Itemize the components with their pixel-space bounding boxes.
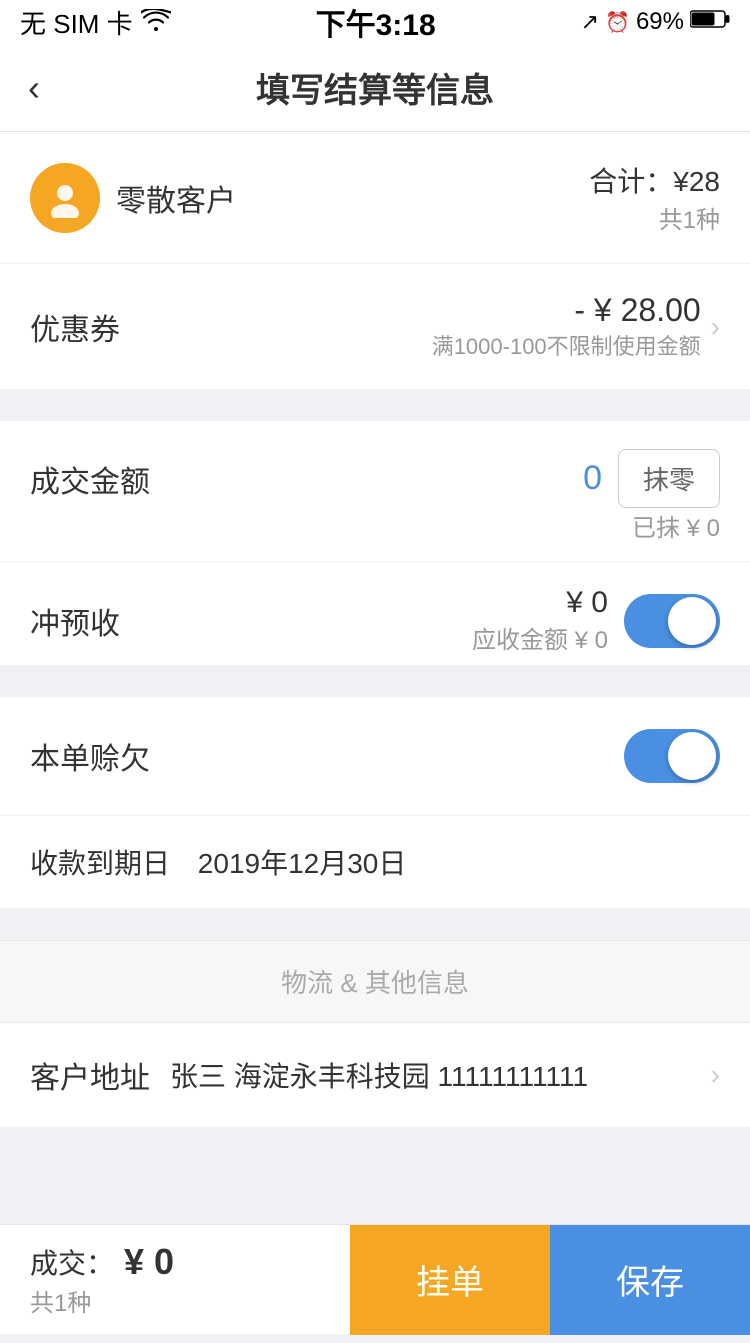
customer-total: 合计：¥28 共1种: [589, 160, 720, 235]
save-button[interactable]: 保存: [550, 1225, 750, 1335]
transaction-main: 成交金额 0 抹零: [30, 449, 720, 508]
customer-row: 零散客户 合计：¥28 共1种: [0, 132, 750, 263]
nav-title: 填写结算等信息: [256, 63, 494, 112]
battery-percent: 69%: [636, 8, 684, 36]
due-date-row: 收款到期日 2019年12月30日: [0, 815, 750, 908]
location-icon: ↗: [581, 9, 599, 35]
wifi-icon: [141, 7, 171, 38]
bottom-summary-label: 成交：: [30, 1242, 114, 1282]
coupon-desc: 满1000-100不限制使用金额: [432, 329, 701, 361]
total-amount: 合计：¥28: [589, 160, 720, 200]
prepay-section: 冲预收 ¥ 0 应收金额 ¥ 0: [0, 561, 750, 665]
debt-toggle[interactable]: [624, 729, 720, 783]
prepay-sub: 应收金额 ¥ 0: [472, 620, 608, 655]
prepay-toggle[interactable]: [624, 594, 720, 648]
debt-label: 本单赊欠: [30, 734, 150, 778]
transaction-value-wrap: 0 抹零: [542, 449, 720, 508]
bottom-count: 共1种: [30, 1283, 320, 1318]
bottom-summary: 成交： ¥ 0 共1种: [0, 1241, 350, 1318]
transaction-amount[interactable]: 0: [542, 459, 602, 498]
status-time: 下午3:18: [316, 0, 436, 44]
bottom-summary-top: 成交： ¥ 0: [30, 1241, 320, 1283]
section-divider-1: [0, 405, 750, 421]
address-chevron-icon: ›: [711, 1059, 720, 1091]
section-divider-2: [0, 681, 750, 697]
prepay-row: 冲预收 ¥ 0 应收金额 ¥ 0: [0, 562, 750, 665]
debt-row: 本单赊欠: [0, 697, 750, 815]
prepay-right: ¥ 0 应收金额 ¥ 0: [472, 586, 720, 655]
logistics-section: 物流 & 其他信息 客户地址 张三 海淀永丰科技园 11111111111 ›: [0, 940, 750, 1127]
logistics-divider: 物流 & 其他信息: [0, 940, 750, 1023]
round-zero-button[interactable]: 抹零: [618, 449, 720, 508]
status-right: ↗ ⏰ 69%: [581, 8, 730, 36]
coupon-info: - ¥ 28.00 满1000-100不限制使用金额: [432, 292, 701, 361]
prepay-amount: ¥ 0: [472, 586, 608, 620]
debt-toggle-knob: [668, 732, 716, 780]
prepay-label: 冲预收: [30, 599, 120, 643]
transaction-label: 成交金额: [30, 457, 150, 501]
section-divider-3: [0, 924, 750, 940]
due-date: 2019年12月30日: [198, 848, 407, 879]
coupon-right: - ¥ 28.00 满1000-100不限制使用金额 ›: [432, 292, 720, 361]
no-sim-text: 无 SIM 卡: [20, 4, 133, 41]
customer-section: 零散客户 合计：¥28 共1种 优惠券 - ¥ 28.00 满1000-100不…: [0, 132, 750, 389]
status-left: 无 SIM 卡: [20, 4, 171, 41]
coupon-chevron-icon: ›: [711, 311, 720, 343]
address-key: 客户地址: [30, 1053, 170, 1097]
battery-icon: [690, 8, 730, 36]
pending-button[interactable]: 挂单: [350, 1225, 550, 1335]
coupon-row[interactable]: 优惠券 - ¥ 28.00 满1000-100不限制使用金额 ›: [0, 263, 750, 389]
bottom-amount: ¥ 0: [124, 1241, 174, 1283]
coupon-amount: - ¥ 28.00: [432, 292, 701, 329]
total-count: 共1种: [589, 200, 720, 235]
toggle-knob: [668, 597, 716, 645]
status-bar: 无 SIM 卡 下午3:18 ↗ ⏰ 69%: [0, 0, 750, 44]
coupon-label: 优惠券: [30, 305, 120, 349]
customer-avatar: [30, 163, 100, 233]
due-label: 收款到期日: [30, 848, 170, 879]
transaction-sub: 已抹 ¥ 0: [0, 508, 750, 561]
customer-name: 零散客户: [116, 176, 236, 220]
logistics-label: 物流 & 其他信息: [281, 968, 469, 998]
back-button[interactable]: ‹: [28, 67, 40, 109]
debt-section: 本单赊欠 收款到期日 2019年12月30日: [0, 697, 750, 908]
customer-left: 零散客户: [30, 163, 236, 233]
prepay-amount-block: ¥ 0 应收金额 ¥ 0: [472, 586, 608, 655]
address-row[interactable]: 客户地址 张三 海淀永丰科技园 11111111111 ›: [0, 1023, 750, 1127]
transaction-row: 成交金额 0 抹零: [0, 421, 750, 508]
nav-bar: ‹ 填写结算等信息: [0, 44, 750, 132]
bottom-bar: 成交： ¥ 0 共1种 挂单 保存: [0, 1224, 750, 1334]
transaction-section: 成交金额 0 抹零 已抹 ¥ 0 冲预收 ¥ 0 应收金额 ¥ 0: [0, 421, 750, 665]
alarm-icon: ⏰: [605, 10, 630, 35]
address-value: 张三 海淀永丰科技园 11111111111: [170, 1055, 711, 1095]
